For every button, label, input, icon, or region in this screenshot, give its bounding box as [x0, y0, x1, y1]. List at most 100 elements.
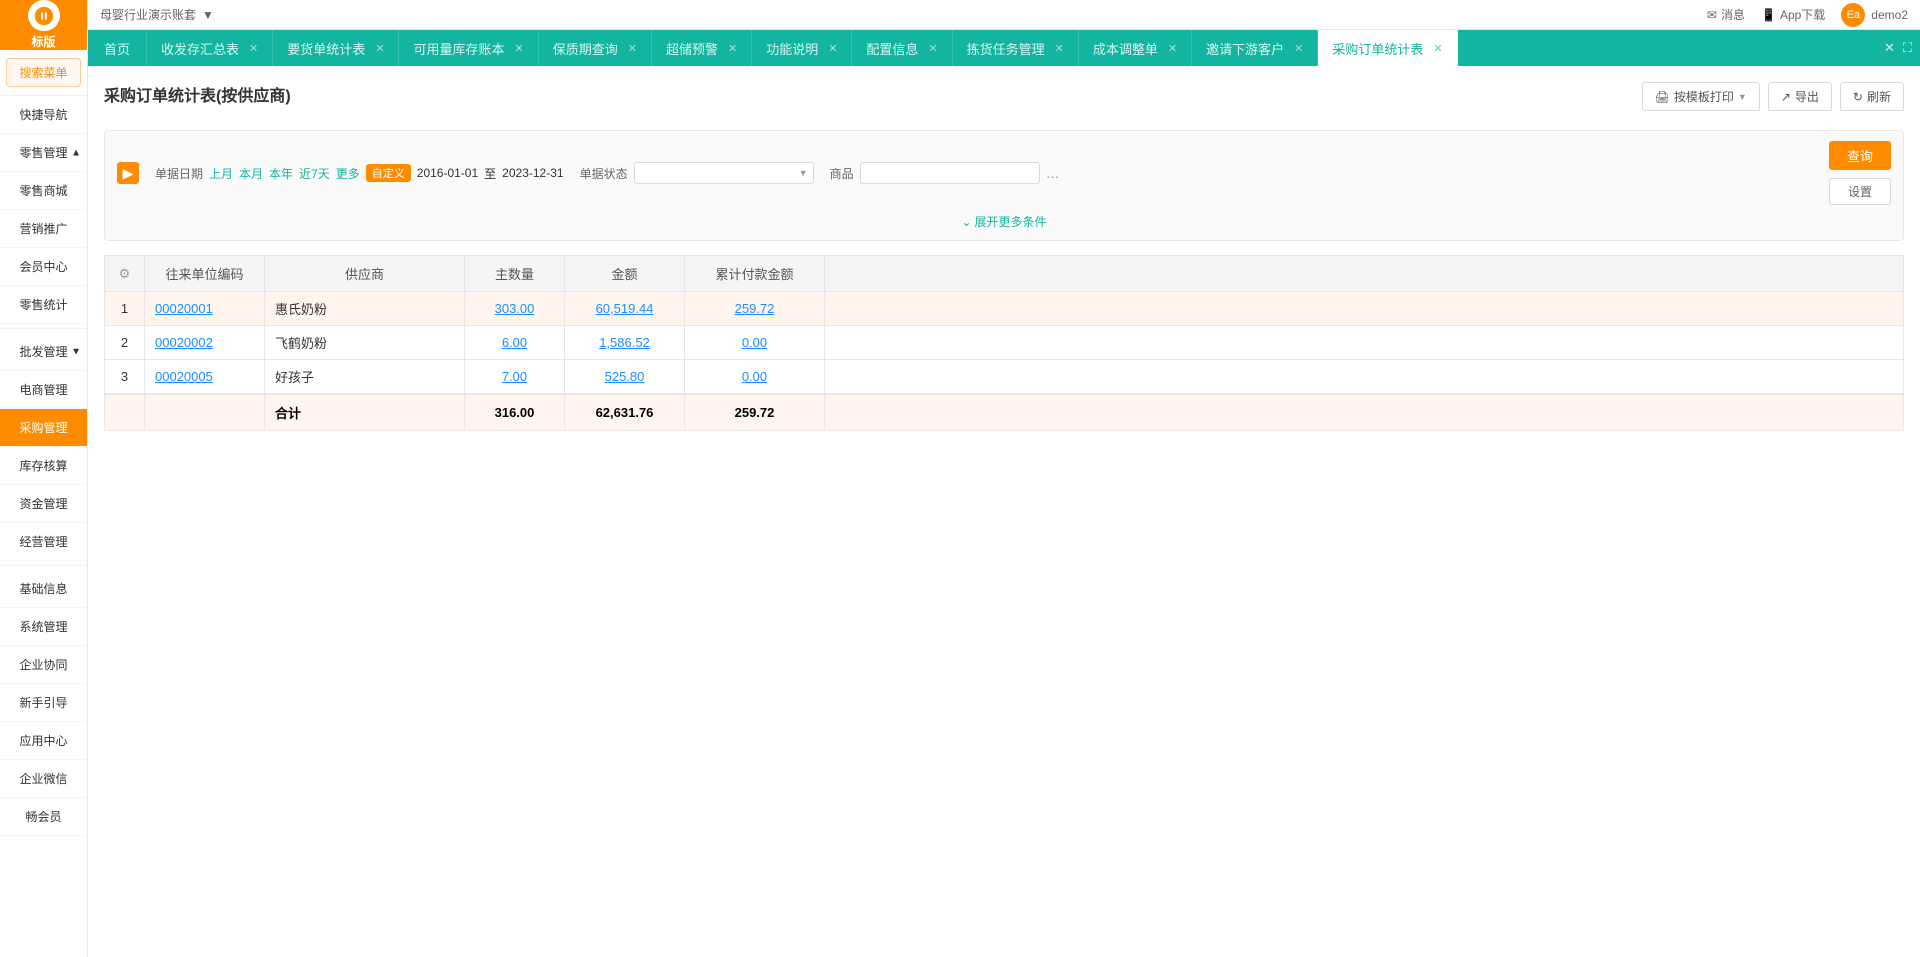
sidebar-item-ecommerce[interactable]: 电商管理 [0, 371, 87, 409]
avatar: Ea [1841, 3, 1865, 27]
sidebar-item-inventory[interactable]: 库存核算 [0, 447, 87, 485]
tab-inventory-book[interactable]: 可用量库存账本 ✕ [399, 30, 538, 66]
date-filter: 单据日期 上月 本月 本年 近7天 更多 自定义 2016-01-01 至 20… [155, 164, 564, 182]
tab-close-icon[interactable]: ✕ [728, 42, 737, 55]
shortcut-7days[interactable]: 近7天 [299, 165, 330, 182]
amount[interactable]: 60,519.44 [565, 292, 685, 326]
sidebar-item-enterprise[interactable]: 企业协同 [0, 646, 87, 684]
sidebar-item-marketing[interactable]: 营销推广 [0, 210, 87, 248]
amount[interactable]: 525.80 [565, 360, 685, 394]
tab-close-icon[interactable]: ✕ [828, 42, 837, 55]
amount[interactable]: 1,586.52 [565, 326, 685, 360]
more-options-icon[interactable]: … [1046, 165, 1060, 181]
date-from: 2016-01-01 [417, 166, 478, 180]
message-button[interactable]: ✉ 消息 [1707, 6, 1745, 23]
print-button[interactable]: 🖨 按模板打印 ▼ [1642, 82, 1760, 111]
unit-code[interactable]: 00020005 [145, 360, 265, 394]
filter-toggle-button[interactable]: ▶ [117, 162, 139, 184]
status-filter: 单据状态 [580, 162, 814, 184]
row-empty [825, 360, 1904, 394]
tab-label: 首页 [104, 39, 130, 58]
shortcut-prev-month[interactable]: 上月 [209, 165, 233, 182]
search-menu-button[interactable]: 搜索菜单 [6, 58, 81, 87]
status-select[interactable] [634, 162, 814, 184]
tab-invite[interactable]: 邀请下游客户 ✕ [1192, 30, 1318, 66]
shortcut-this-year[interactable]: 本年 [269, 165, 293, 182]
tab-label: 采购订单统计表 [1332, 39, 1423, 58]
supplier: 惠氏奶粉 [265, 292, 465, 326]
sidebar-item-purchase[interactable]: 采购管理 [0, 409, 87, 447]
tab-funcguide[interactable]: 功能说明 ✕ [752, 30, 852, 66]
qty[interactable]: 7.00 [465, 360, 565, 394]
sidebar-item-basic[interactable]: 基础信息 [0, 570, 87, 608]
app-download-button[interactable]: 📱 App下载 [1761, 6, 1825, 23]
qty[interactable]: 6.00 [465, 326, 565, 360]
sidebar-item-wholesale[interactable]: 批发管理 ▼ [0, 333, 87, 371]
sidebar-item-member[interactable]: 会员中心 [0, 248, 87, 286]
export-button[interactable]: ↗ 导出 [1768, 82, 1832, 111]
workspace-selector[interactable]: 母婴行业演示账套 ▼ [100, 6, 214, 23]
shortcut-more[interactable]: 更多 [336, 165, 360, 182]
sidebar-item-retail[interactable]: 零售管理 ▲ [0, 134, 87, 172]
sidebar-item-label: 基础信息 [19, 580, 67, 597]
sidebar-item-system[interactable]: 系统管理 [0, 608, 87, 646]
app-logo: 标版 [0, 0, 87, 50]
refresh-button[interactable]: ↻ 刷新 [1840, 82, 1904, 111]
tab-label: 成本调整单 [1093, 39, 1158, 58]
data-table: ⚙ 往来单位编码 供应商 主数量 金额 累计付款金额 1 00020001 惠氏… [104, 255, 1904, 394]
tab-close-icon[interactable]: ✕ [1294, 42, 1303, 55]
tab-warranty[interactable]: 保质期查询 ✕ [539, 30, 652, 66]
footer-paid: 259.72 [685, 395, 825, 431]
unit-code[interactable]: 00020002 [145, 326, 265, 360]
th-gear[interactable]: ⚙ [105, 256, 145, 292]
query-button[interactable]: 查询 [1829, 141, 1891, 170]
tab-close-icon[interactable]: ✕ [515, 42, 524, 55]
goods-input[interactable] [860, 162, 1040, 184]
sidebar-item-wechat[interactable]: 企业微信 [0, 760, 87, 798]
paid[interactable]: 259.72 [685, 292, 825, 326]
paid[interactable]: 0.00 [685, 326, 825, 360]
paid[interactable]: 0.00 [685, 360, 825, 394]
refresh-icon: ↻ [1853, 90, 1863, 104]
shortcut-this-month[interactable]: 本月 [239, 165, 263, 182]
tab-close-icon[interactable]: ✕ [1055, 42, 1064, 55]
tab-overstock[interactable]: 超储预警 ✕ [652, 30, 752, 66]
sidebar-item-retailstat[interactable]: 零售统计 [0, 286, 87, 324]
th-unit-code: 往来单位编码 [145, 256, 265, 292]
qty[interactable]: 303.00 [465, 292, 565, 326]
row-no: 2 [105, 326, 145, 360]
sidebar-item-quicknav[interactable]: 快捷导航 [0, 96, 87, 134]
tabs-end-actions: ✕ ⛶ [1876, 30, 1920, 66]
tab-home[interactable]: 首页 [88, 30, 147, 66]
sidebar-item-finance[interactable]: 资金管理 [0, 485, 87, 523]
tab-close-icon[interactable]: ✕ [249, 42, 258, 55]
tab-pick-task[interactable]: 拣货任务管理 ✕ [953, 30, 1079, 66]
tab-label: 邀请下游客户 [1206, 39, 1284, 58]
sidebar-item-operations[interactable]: 经营管理 [0, 523, 87, 561]
sidebar-item-label: 采购管理 [19, 419, 67, 436]
tab-close-icon[interactable]: ✕ [1433, 42, 1442, 55]
user-profile[interactable]: Ea demo2 [1841, 3, 1908, 27]
tab-goods-stat[interactable]: 要货单统计表 ✕ [273, 30, 399, 66]
tab-purchase-stat[interactable]: 采购订单统计表 ✕ [1318, 30, 1457, 66]
sidebar: 标版 搜索菜单 快捷导航 零售管理 ▲ 零售商城 营销推广 会员中心 零售统计 … [0, 0, 88, 957]
unit-code[interactable]: 00020001 [145, 292, 265, 326]
tab-close-icon[interactable]: ✕ [928, 42, 937, 55]
tab-config[interactable]: 配置信息 ✕ [852, 30, 952, 66]
sidebar-item-newbie[interactable]: 新手引导 [0, 684, 87, 722]
workspace-dropdown-icon: ▼ [202, 8, 214, 22]
tab-cost-adjust[interactable]: 成本调整单 ✕ [1079, 30, 1192, 66]
tab-receivepay[interactable]: 收发存汇总表 ✕ [147, 30, 273, 66]
th-amount: 金额 [565, 256, 685, 292]
settings-button[interactable]: 设置 [1829, 178, 1891, 205]
sidebar-item-appstore[interactable]: 应用中心 [0, 722, 87, 760]
tabs-maximize[interactable]: ⛶ [1903, 40, 1912, 56]
tab-close-icon[interactable]: ✕ [375, 42, 384, 55]
sidebar-item-retailshop[interactable]: 零售商城 [0, 172, 87, 210]
sidebar-item-label: 营销推广 [19, 220, 67, 237]
expand-more-button[interactable]: ⌄ 展开更多条件 [961, 213, 1046, 230]
sidebar-item-member2[interactable]: 畅会员 [0, 798, 87, 836]
tabs-close-all[interactable]: ✕ [1884, 40, 1895, 56]
tab-close-icon[interactable]: ✕ [628, 42, 637, 55]
tab-close-icon[interactable]: ✕ [1168, 42, 1177, 55]
